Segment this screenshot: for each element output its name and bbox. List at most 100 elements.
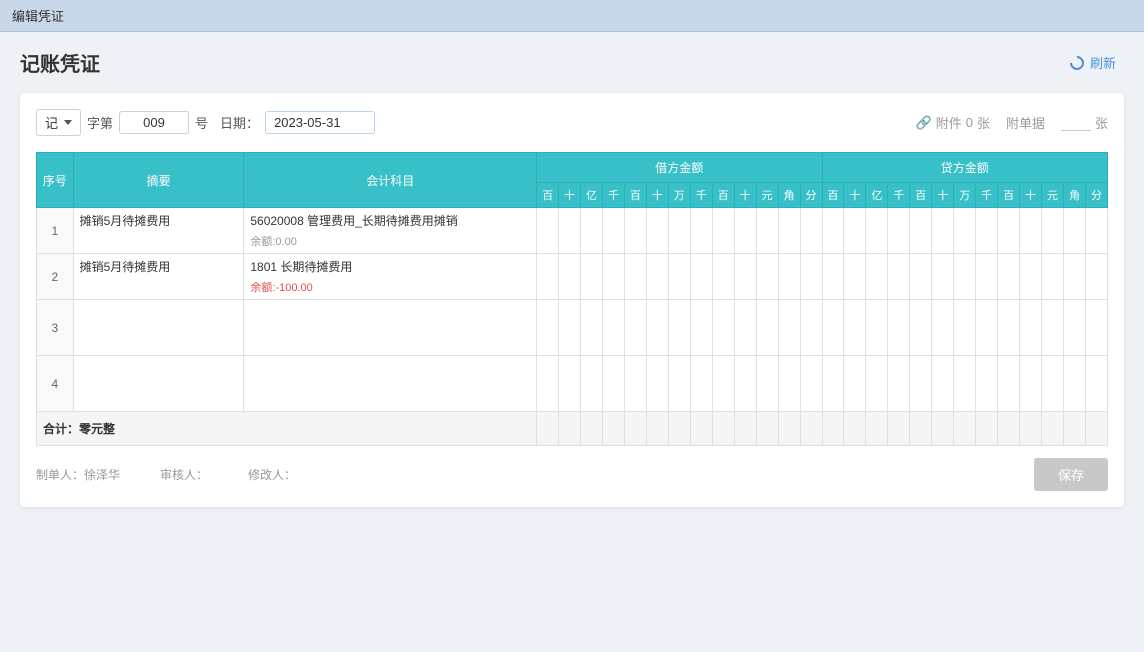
credit-元1-r3[interactable] bbox=[1042, 300, 1064, 356]
credit-百2-r4[interactable] bbox=[910, 356, 932, 412]
debit-万1-r4[interactable] bbox=[668, 356, 690, 412]
debit-亿1-r3[interactable] bbox=[581, 300, 603, 356]
debit-元1-r4[interactable] bbox=[756, 356, 778, 412]
credit-分1[interactable] bbox=[1085, 208, 1107, 254]
credit-亿1-r3[interactable] bbox=[866, 300, 888, 356]
debit-十1[interactable] bbox=[559, 208, 581, 254]
credit-角1-r2[interactable] bbox=[1063, 254, 1085, 300]
debit-十2-r4[interactable] bbox=[646, 356, 668, 412]
debit-百3-r2[interactable] bbox=[712, 254, 734, 300]
debit-十2-r3[interactable] bbox=[646, 300, 668, 356]
debit-千2[interactable] bbox=[690, 208, 712, 254]
credit-分1-r4[interactable] bbox=[1085, 356, 1107, 412]
credit-千2-r3[interactable] bbox=[976, 300, 998, 356]
credit-千1-r3[interactable] bbox=[888, 300, 910, 356]
credit-角1-r4[interactable] bbox=[1063, 356, 1085, 412]
credit-十2[interactable] bbox=[932, 208, 954, 254]
debit-十1-r2[interactable] bbox=[559, 254, 581, 300]
debit-角1-r4[interactable] bbox=[778, 356, 800, 412]
debit-元1[interactable] bbox=[756, 208, 778, 254]
account-cell[interactable]: 1801 长期待摊费用 余额:-100.00 bbox=[244, 254, 537, 300]
credit-百2-r2[interactable] bbox=[910, 254, 932, 300]
debit-百2[interactable] bbox=[624, 208, 646, 254]
debit-万1-r3[interactable] bbox=[668, 300, 690, 356]
credit-百3-r2[interactable] bbox=[998, 254, 1020, 300]
credit-亿1[interactable] bbox=[866, 208, 888, 254]
debit-十3-r4[interactable] bbox=[734, 356, 756, 412]
debit-千1-r2[interactable] bbox=[602, 254, 624, 300]
summary-cell[interactable]: 摊销5月待摊费用 bbox=[73, 254, 244, 300]
debit-千1[interactable] bbox=[602, 208, 624, 254]
credit-十2-r3[interactable] bbox=[932, 300, 954, 356]
credit-十3[interactable] bbox=[1020, 208, 1042, 254]
account-cell[interactable] bbox=[244, 300, 537, 356]
debit-千1-r4[interactable] bbox=[602, 356, 624, 412]
credit-亿1-r4[interactable] bbox=[866, 356, 888, 412]
debit-万1[interactable] bbox=[668, 208, 690, 254]
debit-百1-r4[interactable] bbox=[537, 356, 559, 412]
credit-十3-r4[interactable] bbox=[1020, 356, 1042, 412]
debit-十2[interactable] bbox=[646, 208, 668, 254]
summary-cell[interactable] bbox=[73, 356, 244, 412]
credit-角1[interactable] bbox=[1063, 208, 1085, 254]
debit-万1-r2[interactable] bbox=[668, 254, 690, 300]
summary-cell[interactable] bbox=[73, 300, 244, 356]
credit-十2-r4[interactable] bbox=[932, 356, 954, 412]
debit-角1-r3[interactable] bbox=[778, 300, 800, 356]
debit-千2-r4[interactable] bbox=[690, 356, 712, 412]
credit-千2-r2[interactable] bbox=[976, 254, 998, 300]
date-input[interactable] bbox=[265, 111, 375, 134]
debit-亿1-r4[interactable] bbox=[581, 356, 603, 412]
credit-千1-r4[interactable] bbox=[888, 356, 910, 412]
credit-分1-r2[interactable] bbox=[1085, 254, 1107, 300]
type-select-button[interactable]: 记 bbox=[36, 109, 81, 136]
debit-千2-r2[interactable] bbox=[690, 254, 712, 300]
debit-十3[interactable] bbox=[734, 208, 756, 254]
debit-十1-r3[interactable] bbox=[559, 300, 581, 356]
credit-万1[interactable] bbox=[954, 208, 976, 254]
debit-元1-r2[interactable] bbox=[756, 254, 778, 300]
voucher-number-input[interactable] bbox=[119, 111, 189, 134]
credit-百1[interactable] bbox=[822, 208, 844, 254]
credit-十1-r3[interactable] bbox=[844, 300, 866, 356]
credit-千1[interactable] bbox=[888, 208, 910, 254]
credit-分1-r3[interactable] bbox=[1085, 300, 1107, 356]
debit-千1-r3[interactable] bbox=[602, 300, 624, 356]
debit-十1-r4[interactable] bbox=[559, 356, 581, 412]
attach-link[interactable]: 🔗 附件 0 张 bbox=[916, 113, 990, 132]
credit-百1-r3[interactable] bbox=[822, 300, 844, 356]
debit-角1-r2[interactable] bbox=[778, 254, 800, 300]
credit-百3-r3[interactable] bbox=[998, 300, 1020, 356]
credit-角1-r3[interactable] bbox=[1063, 300, 1085, 356]
debit-千2-r3[interactable] bbox=[690, 300, 712, 356]
credit-元1-r2[interactable] bbox=[1042, 254, 1064, 300]
zhang-input[interactable] bbox=[1061, 115, 1091, 131]
credit-十1-r4[interactable] bbox=[844, 356, 866, 412]
credit-万1-r3[interactable] bbox=[954, 300, 976, 356]
debit-百2-r4[interactable] bbox=[624, 356, 646, 412]
credit-千2[interactable] bbox=[976, 208, 998, 254]
credit-百3-r4[interactable] bbox=[998, 356, 1020, 412]
credit-亿1-r2[interactable] bbox=[866, 254, 888, 300]
debit-分1-r3[interactable] bbox=[800, 300, 822, 356]
debit-百1-r3[interactable] bbox=[537, 300, 559, 356]
credit-十1-r2[interactable] bbox=[844, 254, 866, 300]
debit-分1-r4[interactable] bbox=[800, 356, 822, 412]
credit-十1[interactable] bbox=[844, 208, 866, 254]
credit-元1[interactable] bbox=[1042, 208, 1064, 254]
credit-十2-r2[interactable] bbox=[932, 254, 954, 300]
credit-百1-r4[interactable] bbox=[822, 356, 844, 412]
debit-百1[interactable] bbox=[537, 208, 559, 254]
debit-十2-r2[interactable] bbox=[646, 254, 668, 300]
debit-角1[interactable] bbox=[778, 208, 800, 254]
summary-cell[interactable]: 摊销5月待摊费用 bbox=[73, 208, 244, 254]
debit-亿1[interactable] bbox=[581, 208, 603, 254]
debit-百1-r2[interactable] bbox=[537, 254, 559, 300]
credit-十3-r3[interactable] bbox=[1020, 300, 1042, 356]
credit-百1-r2[interactable] bbox=[822, 254, 844, 300]
debit-分1-r2[interactable] bbox=[800, 254, 822, 300]
credit-元1-r4[interactable] bbox=[1042, 356, 1064, 412]
credit-百2-r3[interactable] bbox=[910, 300, 932, 356]
credit-万1-r4[interactable] bbox=[954, 356, 976, 412]
credit-万1-r2[interactable] bbox=[954, 254, 976, 300]
